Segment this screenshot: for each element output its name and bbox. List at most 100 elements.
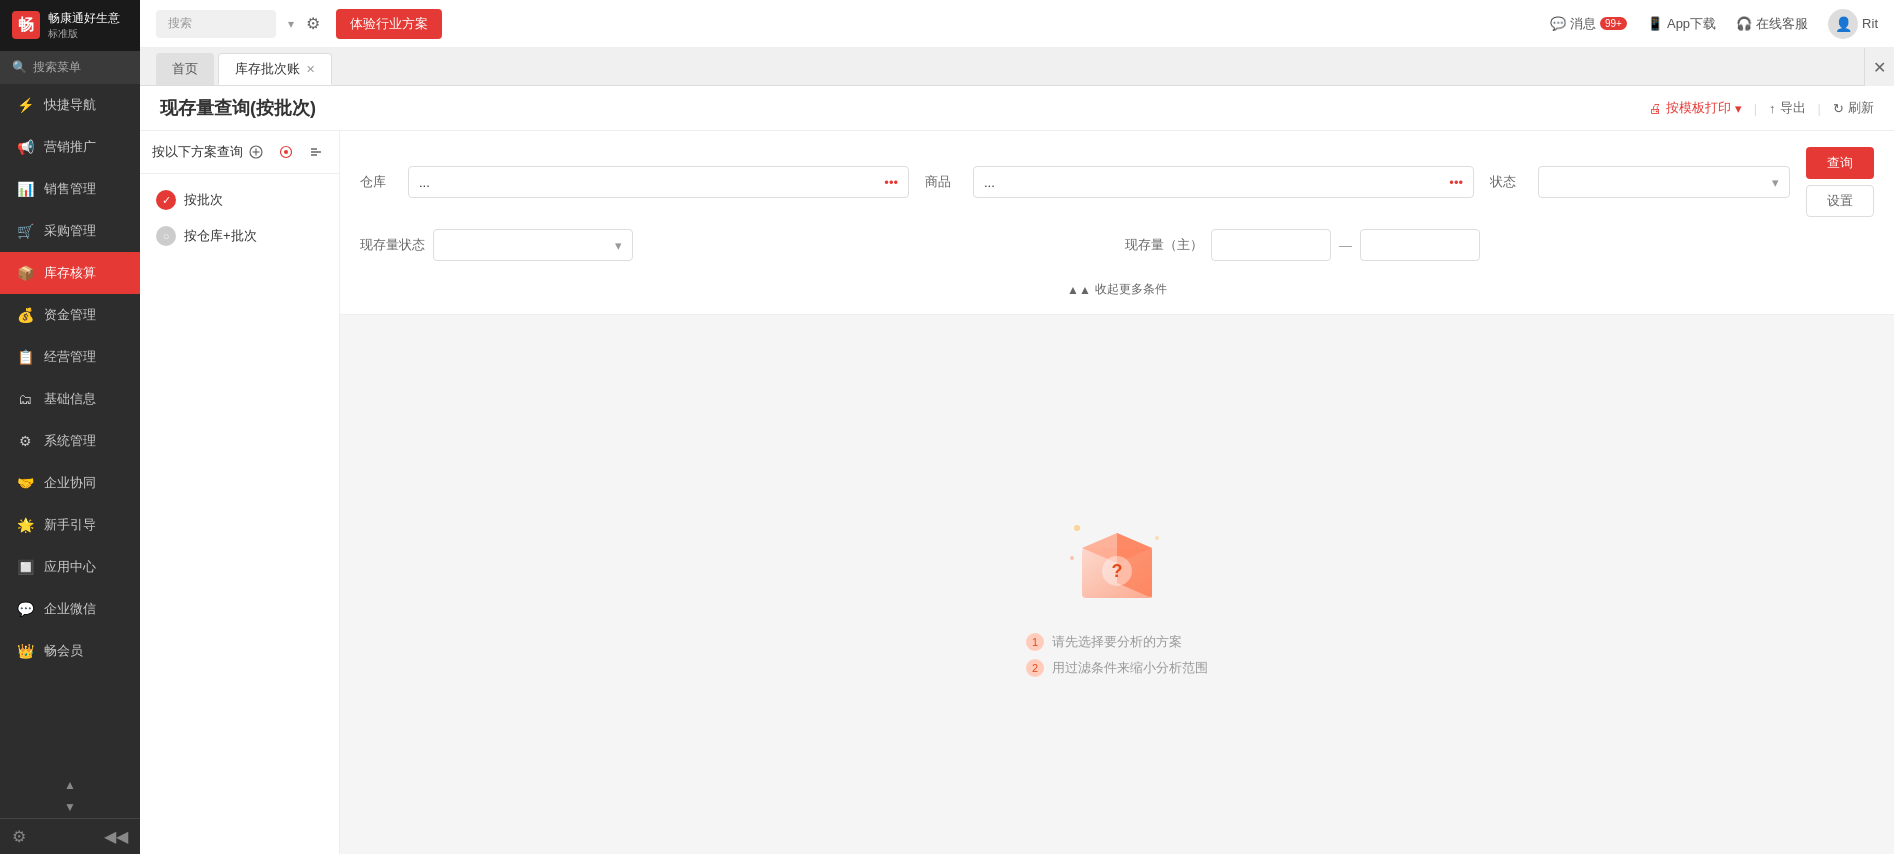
user-area[interactable]: 👤 Rit bbox=[1828, 9, 1878, 39]
app-download-label: App下载 bbox=[1667, 15, 1716, 33]
plan-warehouse-batch-label: 按仓库+批次 bbox=[184, 227, 257, 245]
topbar-gear-icon[interactable]: ⚙ bbox=[306, 14, 320, 33]
sidebar-item-label: 系统管理 bbox=[44, 432, 96, 450]
sidebar-scroll-up[interactable]: ▲ bbox=[0, 774, 140, 796]
refresh-btn[interactable]: ↻ 刷新 bbox=[1833, 99, 1874, 117]
sidebar-item-operations[interactable]: 📋 经营管理 bbox=[0, 336, 140, 378]
product-label: 商品 bbox=[925, 173, 965, 191]
empty-state: ? 1 请先选择要分析的方案 2 用过滤条件来缩小分析范围 bbox=[340, 315, 1894, 854]
sidebar-item-label: 营销推广 bbox=[44, 138, 96, 156]
product-input[interactable]: ... ••• bbox=[973, 166, 1474, 198]
sidebar-item-label: 经营管理 bbox=[44, 348, 96, 366]
product-placeholder: ... bbox=[984, 175, 995, 190]
sidebar-item-newbie[interactable]: 🌟 新手引导 bbox=[0, 504, 140, 546]
plan-batch-label: 按批次 bbox=[184, 191, 223, 209]
messages-btn[interactable]: 💬 消息 99+ bbox=[1550, 15, 1627, 33]
plan-batch-icon: ✓ bbox=[156, 190, 176, 210]
topbar-chevron-icon[interactable]: ▾ bbox=[288, 17, 294, 31]
export-btn[interactable]: ↑ 导出 bbox=[1769, 99, 1806, 117]
sidebar-header: 畅 畅康通好生意 标准版 bbox=[0, 0, 140, 51]
message-badge: 99+ bbox=[1600, 17, 1627, 30]
sidebar-item-label: 库存核算 bbox=[44, 264, 96, 282]
stock-quantity-from[interactable] bbox=[1211, 229, 1331, 261]
product-dots-icon: ••• bbox=[1449, 175, 1463, 190]
tab-home[interactable]: 首页 bbox=[156, 53, 214, 85]
topbar: 搜索 ▾ ⚙ 体验行业方案 💬 消息 99+ 📱 App下载 🎧 在线客服 👤 bbox=[140, 0, 1894, 48]
headset-icon: 🎧 bbox=[1736, 16, 1752, 31]
sidebar-item-wechat[interactable]: 💬 企业微信 bbox=[0, 588, 140, 630]
tip-num-2: 2 bbox=[1026, 659, 1044, 677]
sidebar-search[interactable]: 🔍 搜索菜单 bbox=[0, 51, 140, 84]
page-header-actions: 🖨 按模板打印 ▾ | ↑ 导出 | ↻ 刷新 bbox=[1649, 99, 1874, 117]
query-btn[interactable]: 查询 bbox=[1806, 147, 1874, 179]
apps-icon: 🔲 bbox=[16, 558, 34, 576]
online-service-label: 在线客服 bbox=[1756, 15, 1808, 33]
sidebar-footer: ⚙ ◀◀ bbox=[0, 818, 140, 854]
sidebar-item-enterprise[interactable]: 🤝 企业协同 bbox=[0, 462, 140, 504]
sidebar-item-system[interactable]: ⚙ 系统管理 bbox=[0, 420, 140, 462]
sidebar-item-marketing[interactable]: 📢 营销推广 bbox=[0, 126, 140, 168]
stock-status-select[interactable]: ▾ bbox=[433, 229, 633, 261]
chevron-up-icon: ▲ bbox=[64, 778, 76, 792]
print-icon: 🖨 bbox=[1649, 101, 1662, 116]
panel-close-icon[interactable]: ✕ bbox=[1873, 58, 1886, 77]
user-icon: 👤 bbox=[1835, 16, 1852, 32]
print-template-label: 按模板打印 bbox=[1666, 99, 1731, 117]
svg-text:?: ? bbox=[1112, 561, 1123, 581]
settings-plan-btn[interactable] bbox=[275, 141, 297, 163]
sidebar-item-shortcut[interactable]: ⚡ 快捷导航 bbox=[0, 84, 140, 126]
phone-icon: 📱 bbox=[1647, 16, 1663, 31]
plan-item-warehouse-batch[interactable]: ○ 按仓库+批次 bbox=[140, 218, 339, 254]
online-service-btn[interactable]: 🎧 在线客服 bbox=[1736, 15, 1808, 33]
operations-icon: 📋 bbox=[16, 348, 34, 366]
export-icon: ↑ bbox=[1769, 101, 1776, 116]
sidebar-item-label: 畅会员 bbox=[44, 642, 83, 660]
svg-point-15 bbox=[1070, 556, 1074, 560]
experience-btn[interactable]: 体验行业方案 bbox=[336, 9, 442, 39]
tip-item-2: 2 用过滤条件来缩小分析范围 bbox=[1026, 659, 1208, 677]
empty-tips: 1 请先选择要分析的方案 2 用过滤条件来缩小分析范围 bbox=[1026, 633, 1208, 677]
filter-stock-status: 现存量状态 ▾ bbox=[360, 229, 1109, 261]
refresh-label: 刷新 bbox=[1848, 99, 1874, 117]
warehouse-dots-icon: ••• bbox=[884, 175, 898, 190]
sidebar-item-sales[interactable]: 📊 销售管理 bbox=[0, 168, 140, 210]
sidebar-item-apps[interactable]: 🔲 应用中心 bbox=[0, 546, 140, 588]
collapse-more-label: 收起更多条件 bbox=[1095, 281, 1167, 298]
filter-product: 商品 ... ••• bbox=[925, 166, 1474, 198]
collapse-up-icon: ▲▲ bbox=[1067, 283, 1091, 297]
tabs-wrapper: 首页 库存批次账 ✕ ✕ bbox=[140, 48, 1894, 86]
settings-btn[interactable]: 设置 bbox=[1806, 185, 1874, 217]
topbar-search[interactable]: 搜索 bbox=[156, 10, 276, 38]
print-chevron-icon: ▾ bbox=[1735, 101, 1742, 116]
tab-inventory-batch[interactable]: 库存批次账 ✕ bbox=[218, 53, 332, 85]
brand-name: 畅康通好生意 bbox=[48, 10, 120, 27]
sidebar-item-inventory[interactable]: 📦 库存核算 bbox=[0, 252, 140, 294]
status-select[interactable]: ▾ bbox=[1538, 166, 1790, 198]
plan-item-batch[interactable]: ✓ 按批次 bbox=[140, 182, 339, 218]
warehouse-input[interactable]: ... ••• bbox=[408, 166, 909, 198]
system-icon: ⚙ bbox=[16, 432, 34, 450]
sidebar-item-basic[interactable]: 🗂 基础信息 bbox=[0, 378, 140, 420]
collapse-icon[interactable]: ◀◀ bbox=[104, 827, 128, 846]
collapse-more-btn[interactable]: ▲▲ 收起更多条件 bbox=[360, 273, 1874, 298]
divider1: | bbox=[1754, 101, 1757, 116]
search-menu-label: 搜索菜单 bbox=[33, 59, 81, 76]
sidebar-item-purchase[interactable]: 🛒 采购管理 bbox=[0, 210, 140, 252]
sidebar-item-member[interactable]: 👑 畅会员 bbox=[0, 630, 140, 672]
add-plan-btn[interactable] bbox=[245, 141, 267, 163]
tab-panel-close[interactable]: ✕ bbox=[1864, 48, 1894, 86]
collapse-plan-btn[interactable] bbox=[305, 141, 327, 163]
brand-edition: 标准版 bbox=[48, 27, 120, 41]
settings-icon[interactable]: ⚙ bbox=[12, 827, 26, 846]
stock-quantity-to[interactable] bbox=[1360, 229, 1480, 261]
warehouse-label: 仓库 bbox=[360, 173, 400, 191]
sidebar-scroll-down[interactable]: ▼ bbox=[0, 796, 140, 818]
filter-status: 状态 ▾ bbox=[1490, 166, 1790, 198]
tab-close-icon[interactable]: ✕ bbox=[306, 63, 315, 76]
filter-actions: 查询 设置 bbox=[1806, 147, 1874, 217]
sidebar-item-finance[interactable]: 💰 资金管理 bbox=[0, 294, 140, 336]
app-download-btn[interactable]: 📱 App下载 bbox=[1647, 15, 1716, 33]
left-panel: 按以下方案查询 bbox=[140, 131, 340, 854]
print-template-btn[interactable]: 🖨 按模板打印 ▾ bbox=[1649, 99, 1742, 117]
filter-stock-quantity: 现存量（主） — bbox=[1125, 229, 1874, 261]
